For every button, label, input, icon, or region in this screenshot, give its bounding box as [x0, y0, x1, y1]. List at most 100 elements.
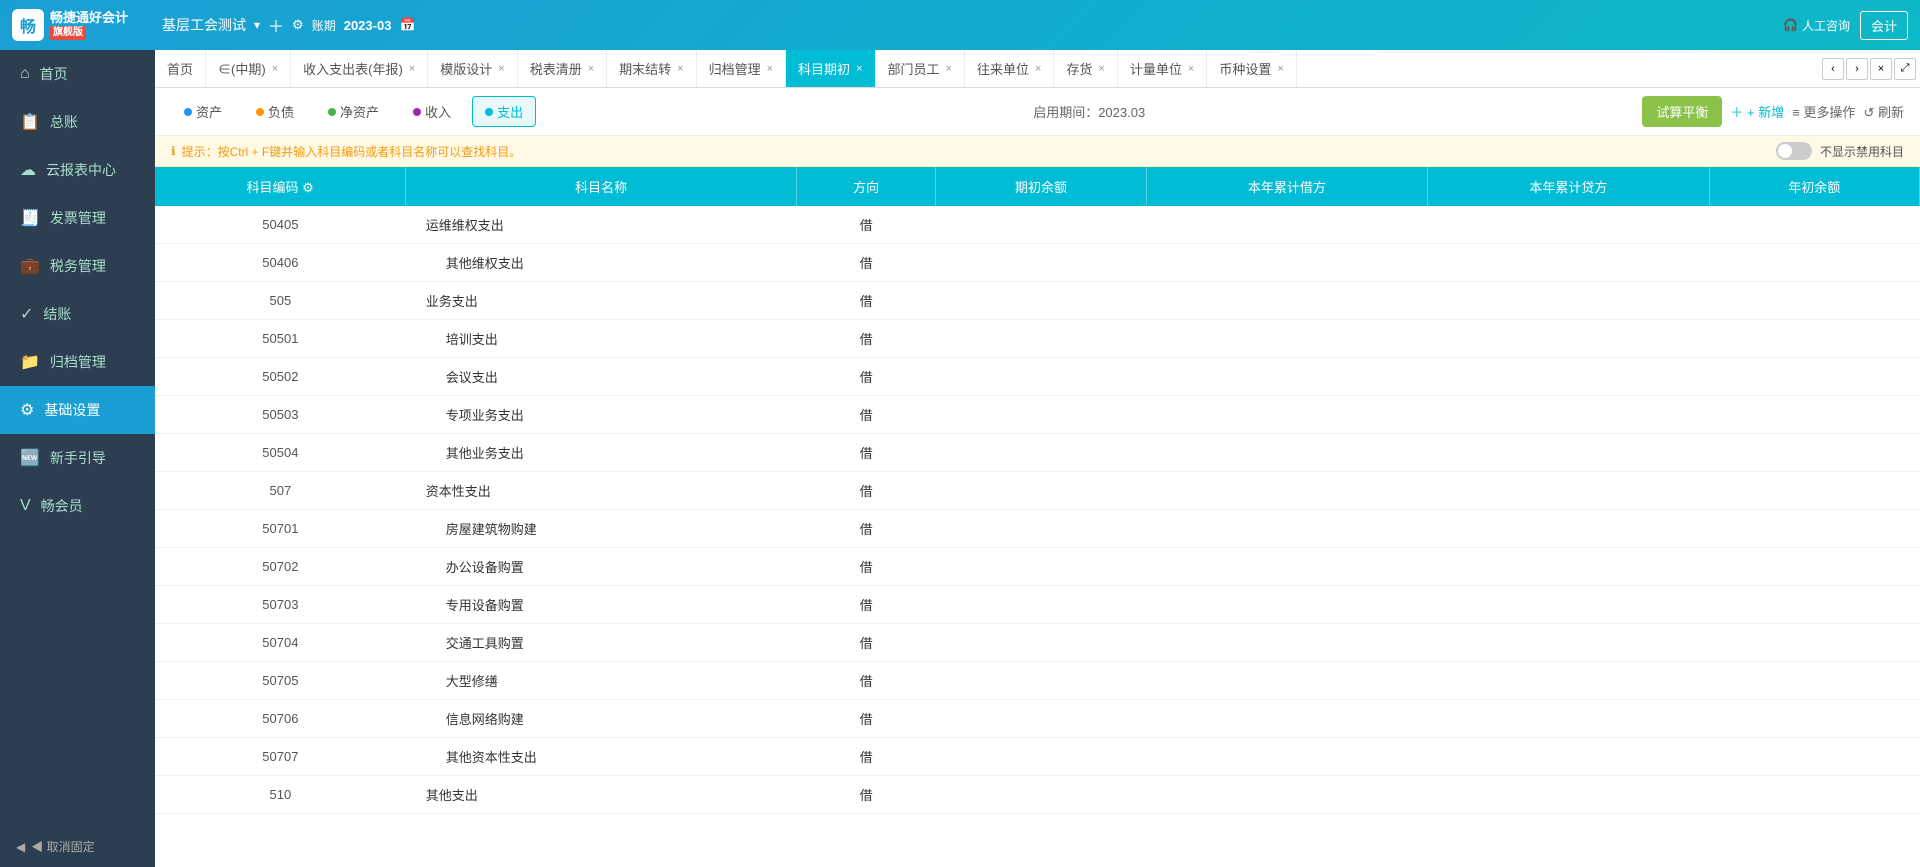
table-row[interactable]: 50503 专项业务支出 借	[155, 396, 1920, 434]
tab-inventory[interactable]: 存货 ×	[1054, 50, 1117, 87]
table-row[interactable]: 505 业务支出 借	[155, 282, 1920, 320]
th-direction: 方向	[796, 167, 935, 206]
table-row[interactable]: 50405 运维维权支出 借	[155, 206, 1920, 244]
add-company-btn[interactable]: ＋	[268, 13, 284, 37]
tab-dept-staff-close[interactable]: ×	[946, 63, 952, 75]
table-header-row: 科目编码 ⚙ 科目名称 方向 期初余额 本年累计借方 本年累计贷方 年初余额	[155, 167, 1920, 206]
tab-inventory-close[interactable]: ×	[1098, 63, 1104, 75]
disable-toggle[interactable]	[1776, 142, 1812, 160]
tab-currency-label: 币种设置	[1219, 59, 1271, 78]
account-btn[interactable]: 会计	[1860, 11, 1908, 40]
cell-code: 50504	[155, 434, 406, 472]
cell-year-opening	[1709, 510, 1919, 548]
tab-period-end-label: 期末结转	[619, 59, 671, 78]
cell-ytd-debit	[1146, 206, 1427, 244]
cell-opening	[936, 738, 1146, 776]
filter-net-assets[interactable]: 净资产	[315, 96, 392, 127]
tab-expand[interactable]: ⤢	[1894, 58, 1916, 80]
tab-income-annual[interactable]: 收入支出表(年报) ×	[291, 50, 428, 87]
filter-assets[interactable]: 资产	[171, 96, 235, 127]
cell-year-opening	[1709, 358, 1919, 396]
cell-year-opening	[1709, 548, 1919, 586]
cell-ytd-credit	[1428, 396, 1709, 434]
column-settings-icon[interactable]: ⚙	[302, 180, 314, 195]
company-dropdown-icon[interactable]: ▾	[254, 18, 260, 32]
table-container: 科目编码 ⚙ 科目名称 方向 期初余额 本年累计借方 本年累计贷方 年初余额 5…	[155, 167, 1920, 867]
cell-opening	[936, 282, 1146, 320]
tab-tax-clear[interactable]: 税表清册 ×	[518, 50, 607, 87]
tab-currency[interactable]: 币种设置 ×	[1207, 50, 1296, 87]
tab-intermediate[interactable]: ∈(中期) ×	[206, 50, 291, 87]
sidebar-item-member[interactable]: V 畅会员	[0, 482, 155, 530]
tab-measure-unit[interactable]: 计量单位 ×	[1118, 50, 1207, 87]
tab-home[interactable]: 首页	[155, 50, 206, 87]
refresh-btn[interactable]: ↺ 刷新	[1863, 102, 1904, 121]
cell-ytd-debit	[1146, 548, 1427, 586]
table-row[interactable]: 50502 会议支出 借	[155, 358, 1920, 396]
tab-scroll-left[interactable]: ‹	[1822, 58, 1844, 80]
tab-close-all[interactable]: ×	[1870, 58, 1892, 80]
sidebar-label-tax: 税务管理	[50, 256, 106, 276]
sidebar-item-basic[interactable]: ⚙ 基础设置	[0, 386, 155, 434]
tab-income-annual-close[interactable]: ×	[409, 63, 415, 75]
filter-expenditure[interactable]: 支出	[472, 96, 536, 127]
filter-liabilities[interactable]: 负债	[243, 96, 307, 127]
collapse-sidebar-btn[interactable]: ◀ ◀ 取消固定	[0, 826, 155, 867]
table-row[interactable]: 50706 信息网络购建 借	[155, 700, 1920, 738]
tab-subject-init-close[interactable]: ×	[856, 63, 862, 75]
table-row[interactable]: 50504 其他业务支出 借	[155, 434, 1920, 472]
basic-icon: ⚙	[20, 400, 34, 420]
table-row[interactable]: 507 资本性支出 借	[155, 472, 1920, 510]
tab-archive[interactable]: 归档管理 ×	[697, 50, 786, 87]
tab-business-unit[interactable]: 往来单位 ×	[965, 50, 1054, 87]
tab-intermediate-close[interactable]: ×	[272, 63, 278, 75]
table-row[interactable]: 50701 房屋建筑物购建 借	[155, 510, 1920, 548]
sidebar-item-invoice[interactable]: 🧾 发票管理	[0, 194, 155, 242]
cell-ytd-debit	[1146, 282, 1427, 320]
tab-currency-close[interactable]: ×	[1277, 63, 1283, 75]
tab-dept-staff[interactable]: 部门员工 ×	[876, 50, 965, 87]
app-version: 旗舰版	[50, 26, 86, 40]
table-row[interactable]: 50406 其他维权支出 借	[155, 244, 1920, 282]
more-label: 更多操作	[1803, 105, 1855, 120]
sidebar-item-home[interactable]: ⌂ 首页	[0, 50, 155, 98]
sidebar-item-guide[interactable]: 🆕 新手引导	[0, 434, 155, 482]
tab-period-end[interactable]: 期末结转 ×	[607, 50, 696, 87]
table-row[interactable]: 50702 办公设备购置 借	[155, 548, 1920, 586]
table-row[interactable]: 50707 其他资本性支出 借	[155, 738, 1920, 776]
table-row[interactable]: 50705 大型修缮 借	[155, 662, 1920, 700]
collapse-icon: ◀	[16, 840, 25, 854]
settle-icon: ✓	[20, 304, 33, 324]
settings-icon[interactable]: ⚙	[292, 17, 304, 33]
sidebar-item-ledger[interactable]: 📋 总账	[0, 98, 155, 146]
more-btn[interactable]: ≡ 更多操作	[1792, 102, 1855, 121]
sidebar-item-settle[interactable]: ✓ 结账	[0, 290, 155, 338]
sidebar-item-archive[interactable]: 📁 归档管理	[0, 338, 155, 386]
table-row[interactable]: 50704 交通工具购置 借	[155, 624, 1920, 662]
table-row[interactable]: 50703 专用设备购置 借	[155, 586, 1920, 624]
tab-bar: 首页 ∈(中期) × 收入支出表(年报) × 模版设计 × 税表清册 × 期末结…	[155, 50, 1920, 88]
th-opening: 期初余额	[936, 167, 1146, 206]
balance-btn[interactable]: 试算平衡	[1642, 96, 1722, 127]
sidebar-item-tax[interactable]: 💼 税务管理	[0, 242, 155, 290]
cell-opening	[936, 244, 1146, 282]
table-row[interactable]: 510 其他支出 借	[155, 776, 1920, 814]
sidebar-item-report[interactable]: ☁ 云报表中心	[0, 146, 155, 194]
main-layout: ⌂ 首页 📋 总账 ☁ 云报表中心 🧾 发票管理 💼 税务管理 ✓ 结账 📁 归…	[0, 50, 1920, 867]
filter-income[interactable]: 收入	[400, 96, 464, 127]
tab-business-unit-close[interactable]: ×	[1035, 63, 1041, 75]
tab-subject-init[interactable]: 科目期初 ×	[786, 50, 875, 87]
tab-archive-close[interactable]: ×	[767, 63, 773, 75]
tab-period-end-close[interactable]: ×	[677, 63, 683, 75]
tab-tax-clear-close[interactable]: ×	[588, 63, 594, 75]
calendar-icon[interactable]: 📅	[399, 17, 415, 33]
help-btn[interactable]: 🎧 人工咨询	[1783, 17, 1850, 34]
add-btn[interactable]: ＋ + 新增	[1730, 102, 1784, 121]
tab-scroll-right[interactable]: ›	[1846, 58, 1868, 80]
tab-template[interactable]: 模版设计 ×	[428, 50, 517, 87]
period-label: 账期	[312, 17, 336, 34]
tab-measure-unit-close[interactable]: ×	[1188, 63, 1194, 75]
table-row[interactable]: 50501 培训支出 借	[155, 320, 1920, 358]
refresh-icon: ↺	[1863, 105, 1874, 120]
tab-template-close[interactable]: ×	[498, 63, 504, 75]
